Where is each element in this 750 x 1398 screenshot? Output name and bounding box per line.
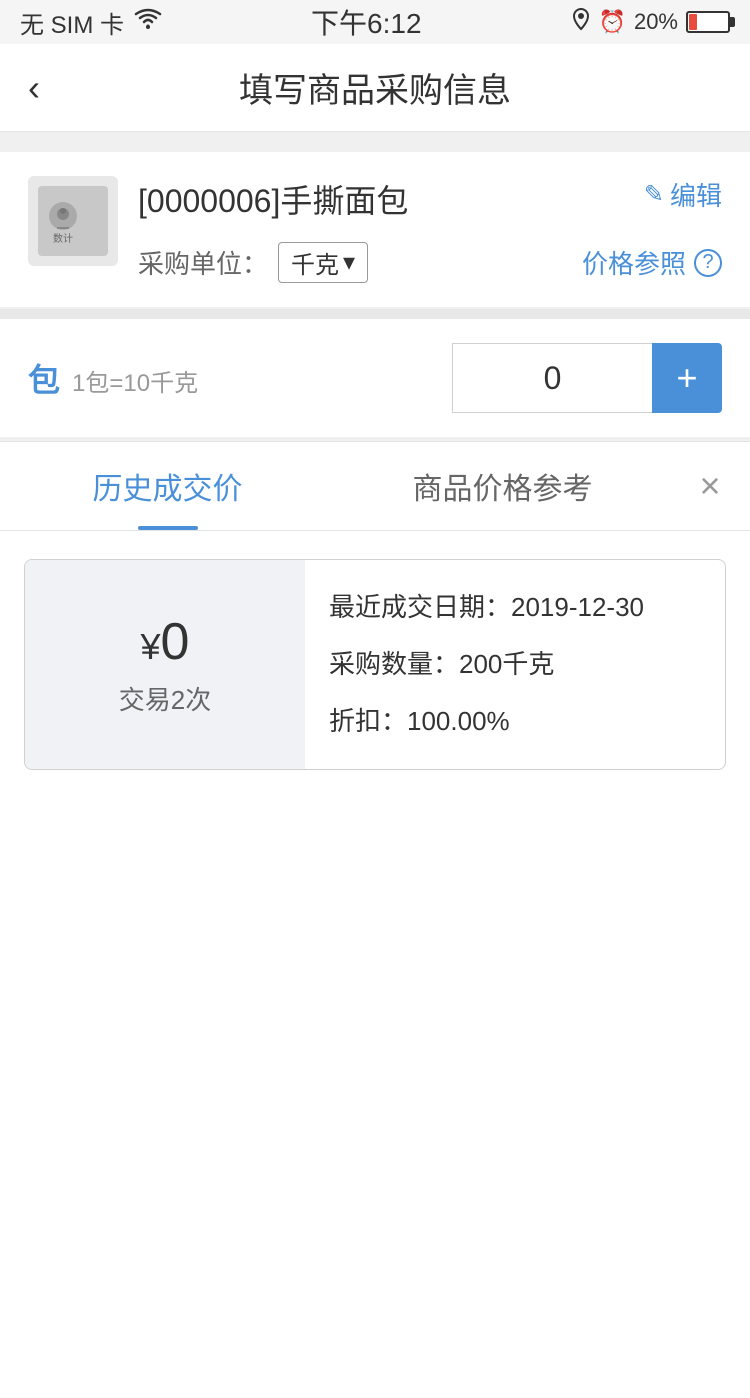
price-card: ¥0 交易2次 最近成交日期：2019-12-30 采购数量：200千克 折扣：… xyxy=(24,559,726,770)
purchase-unit-label: 采购单位： xyxy=(138,244,268,281)
tab-close-button[interactable]: × xyxy=(670,442,750,530)
quantity-row-detail: 采购数量：200千克 xyxy=(329,645,701,684)
price-left-panel: ¥0 交易2次 xyxy=(25,560,305,769)
discount-label: 折扣： xyxy=(329,706,407,736)
price-trades: 交易2次 xyxy=(119,680,211,717)
tab-row: 历史成交价 商品价格参考 × xyxy=(0,442,750,531)
bottom-panel: 历史成交价 商品价格参考 × ¥0 交易2次 最近成交日期：2019-12-30… xyxy=(0,441,750,1398)
quantity-detail-value: 200千克 xyxy=(459,649,554,679)
latest-date-row: 最近成交日期：2019-12-30 xyxy=(329,588,701,627)
product-thumbnail: 数计 xyxy=(28,176,118,266)
quantity-conversion: 1包=10千克 xyxy=(72,363,198,398)
back-button[interactable]: ‹ xyxy=(28,67,40,109)
status-time: 下午6:12 xyxy=(311,2,422,42)
quantity-unit: 包 xyxy=(28,355,60,401)
edit-button[interactable]: ✎ 编辑 xyxy=(644,176,722,213)
quantity-control: 0 + xyxy=(452,343,722,413)
price-ref-label: 价格参照 xyxy=(582,244,686,281)
status-bar: 无 SIM 卡 下午6:12 ⏰ 20% xyxy=(0,0,750,44)
unit-dropdown-icon: ▾ xyxy=(343,248,355,277)
carrier-text: 无 SIM 卡 xyxy=(20,5,124,40)
wifi-icon xyxy=(134,8,162,37)
status-right: ⏰ 20% xyxy=(571,7,730,37)
nav-bar: ‹ 填写商品采购信息 xyxy=(0,44,750,132)
quantity-divider xyxy=(0,309,750,319)
unit-badge-text: 千克 xyxy=(291,245,339,280)
quantity-plus-button[interactable]: + xyxy=(652,343,722,413)
quantity-section: 包 1包=10千克 0 + xyxy=(0,309,750,437)
latest-date-value: 2019-12-30 xyxy=(511,592,644,622)
product-header: [0000006]手撕面包 ✎ 编辑 xyxy=(138,176,722,222)
product-details: [0000006]手撕面包 ✎ 编辑 采购单位： 千克 ▾ 价格参照 ? xyxy=(138,176,722,283)
product-card: 数计 [0000006]手撕面包 ✎ 编辑 采购单位： 千克 ▾ 价格参照 ? xyxy=(0,152,750,307)
discount-value: 100.00% xyxy=(407,706,510,736)
tab-active-indicator xyxy=(138,526,198,530)
status-left: 无 SIM 卡 xyxy=(20,5,162,40)
product-name: [0000006]手撕面包 xyxy=(138,176,408,222)
product-image: 数计 xyxy=(38,186,108,256)
price-ref-icon: ? xyxy=(694,249,722,277)
edit-label: 编辑 xyxy=(670,176,722,213)
price-value: 0 xyxy=(161,613,190,671)
price-ref-button[interactable]: 价格参照 ? xyxy=(582,244,722,281)
price-right-panel: 最近成交日期：2019-12-30 采购数量：200千克 折扣：100.00% xyxy=(305,560,725,769)
alarm-icon: ⏰ xyxy=(599,9,626,35)
svg-text:数计: 数计 xyxy=(53,232,73,245)
unit-badge[interactable]: 千克 ▾ xyxy=(278,242,368,283)
tab-history-price[interactable]: 历史成交价 xyxy=(0,442,335,530)
tab-price-ref-label: 商品价格参考 xyxy=(413,464,593,508)
quantity-input[interactable]: 0 xyxy=(452,343,652,413)
product-meta: 采购单位： 千克 ▾ 价格参照 ? xyxy=(138,242,722,283)
price-currency: ¥ xyxy=(141,626,161,667)
price-amount: ¥0 xyxy=(141,612,190,672)
tab-price-reference[interactable]: 商品价格参考 xyxy=(335,442,670,530)
battery-percent: 20% xyxy=(634,9,678,35)
page-title: 填写商品采购信息 xyxy=(239,63,511,112)
edit-icon: ✎ xyxy=(644,180,664,209)
discount-row: 折扣：100.00% xyxy=(329,702,701,741)
quantity-detail-label: 采购数量： xyxy=(329,649,459,679)
purchase-unit-row: 采购单位： 千克 ▾ xyxy=(138,242,368,283)
quantity-label: 包 1包=10千克 xyxy=(28,355,198,401)
latest-date-label: 最近成交日期： xyxy=(329,592,511,622)
tab-history-label: 历史成交价 xyxy=(93,464,243,508)
quantity-row: 包 1包=10千克 0 + xyxy=(0,319,750,437)
location-icon xyxy=(571,7,591,37)
content-white-space xyxy=(0,798,750,1398)
battery-icon xyxy=(686,11,730,33)
